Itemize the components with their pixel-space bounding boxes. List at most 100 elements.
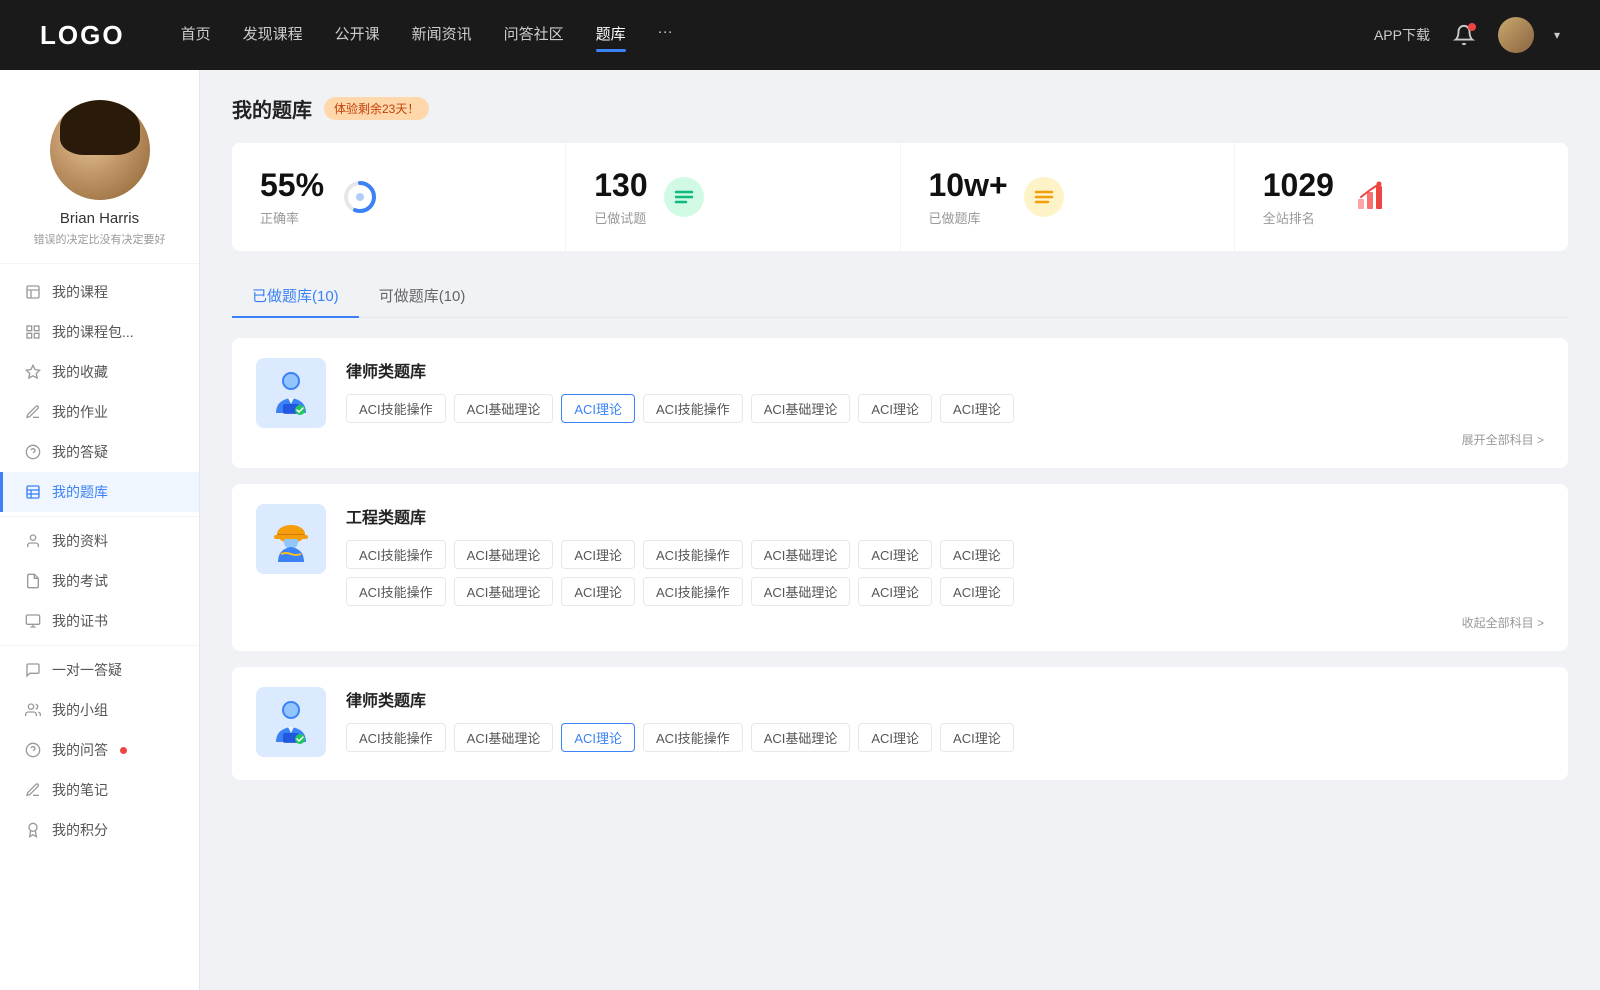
tab-done[interactable]: 已做题库(10)	[232, 275, 359, 318]
sidebar-menu: 我的课程 我的课程包... 我的收藏 我的作业	[0, 264, 199, 858]
tag[interactable]: ACI技能操作	[346, 577, 446, 606]
nav-discover[interactable]: 发现课程	[243, 23, 303, 48]
sidebar-divider-2	[0, 645, 199, 646]
notification-bell[interactable]	[1450, 21, 1478, 49]
chart-icon	[1352, 179, 1388, 215]
app-download-link[interactable]: APP下载	[1374, 25, 1430, 45]
tag[interactable]: ACI技能操作	[643, 540, 743, 569]
tag[interactable]: ACI基础理论	[454, 394, 554, 423]
nav-qa[interactable]: 问答社区	[504, 23, 564, 48]
tag[interactable]: ACI基础理论	[454, 577, 554, 606]
nav-more[interactable]: ···	[658, 23, 673, 48]
stat-rank: 1029 全站排名	[1235, 143, 1568, 251]
tag[interactable]: ACI基础理论	[454, 723, 554, 752]
sidebar-item-my-courses[interactable]: 我的课程	[0, 272, 199, 312]
tag[interactable]: ACI基础理论	[751, 540, 851, 569]
tag[interactable]: ACI技能操作	[346, 540, 446, 569]
nav-public-course[interactable]: 公开课	[335, 23, 380, 48]
tag-active[interactable]: ACI理论	[561, 394, 635, 423]
tag[interactable]: ACI基础理论	[751, 723, 851, 752]
notes-icon	[24, 781, 42, 799]
stat-value-rank: 1029	[1263, 167, 1334, 204]
tag[interactable]: ACI技能操作	[346, 394, 446, 423]
stat-value-questions: 130	[594, 167, 647, 204]
tag[interactable]: ACI技能操作	[643, 723, 743, 752]
profile-icon	[24, 532, 42, 550]
sidebar-item-myqa[interactable]: 我的问答	[0, 730, 199, 770]
sidebar-item-notes[interactable]: 我的笔记	[0, 770, 199, 810]
navbar-right: APP下载 ▾	[1374, 17, 1560, 53]
tag[interactable]: ACI技能操作	[346, 723, 446, 752]
stat-text: 130 已做试题	[594, 167, 647, 227]
nav-qbank[interactable]: 题库	[596, 23, 626, 48]
myqa-dot	[120, 747, 127, 754]
questions-icon	[664, 177, 704, 217]
tag[interactable]: ACI理论	[561, 577, 635, 606]
main-layout: Brian Harris 错误的决定比没有决定要好 我的课程 我的课程包...	[0, 70, 1600, 990]
tags-row-engineer-2: ACI技能操作 ACI基础理论 ACI理论 ACI技能操作 ACI基础理论 AC…	[346, 577, 1544, 606]
sidebar-item-homework[interactable]: 我的作业	[0, 392, 199, 432]
logo: LOGO	[40, 20, 125, 51]
tag[interactable]: ACI技能操作	[643, 577, 743, 606]
stat-value-accuracy: 55%	[260, 167, 324, 204]
stat-label-rank: 全站排名	[1263, 208, 1334, 227]
qbank-icon-lawyer	[256, 358, 326, 428]
stat-banks: 10w+ 已做题库	[901, 143, 1235, 251]
tag-active[interactable]: ACI理论	[561, 723, 635, 752]
expand-link-engineer[interactable]: 收起全部科目 >	[346, 614, 1544, 631]
course-pkg-icon	[24, 323, 42, 341]
engineer-svg	[266, 514, 316, 564]
tags-row-lawyer-2: ACI技能操作 ACI基础理论 ACI理论 ACI技能操作 ACI基础理论 AC…	[346, 723, 1544, 752]
tag[interactable]: ACI理论	[940, 394, 1014, 423]
sidebar-item-group[interactable]: 我的小组	[0, 690, 199, 730]
profile-avatar	[50, 100, 150, 200]
sidebar-item-favorites[interactable]: 我的收藏	[0, 352, 199, 392]
avatar-image	[1498, 17, 1534, 53]
sidebar-item-qa[interactable]: 我的答疑	[0, 432, 199, 472]
qbank-card-lawyer-2: 律师类题库 ACI技能操作 ACI基础理论 ACI理论 ACI技能操作 ACI基…	[232, 667, 1568, 780]
cert-icon	[24, 612, 42, 630]
sidebar-label: 我的笔记	[52, 780, 108, 800]
user-avatar[interactable]	[1498, 17, 1534, 53]
avatar-inner	[50, 100, 150, 200]
tag[interactable]: ACI基础理论	[454, 540, 554, 569]
tag[interactable]: ACI理论	[940, 577, 1014, 606]
sidebar-item-profile[interactable]: 我的资料	[0, 521, 199, 561]
stat-label-questions: 已做试题	[594, 208, 647, 227]
nav-news[interactable]: 新闻资讯	[412, 23, 472, 48]
expand-link-lawyer-1[interactable]: 展开全部科目 >	[346, 431, 1544, 448]
sidebar-item-exam[interactable]: 我的考试	[0, 561, 199, 601]
stat-label-banks: 已做题库	[929, 208, 1008, 227]
tag[interactable]: ACI理论	[858, 394, 932, 423]
sidebar-label: 我的收藏	[52, 362, 108, 382]
user-menu-chevron[interactable]: ▾	[1554, 28, 1560, 42]
trial-badge: 体验剩余23天！	[324, 97, 429, 120]
tag[interactable]: ACI理论	[858, 723, 932, 752]
sidebar-item-course-package[interactable]: 我的课程包...	[0, 312, 199, 352]
star-icon	[24, 363, 42, 381]
sidebar-item-points[interactable]: 我的积分	[0, 810, 199, 850]
tags-row-lawyer-1: ACI技能操作 ACI基础理论 ACI理论 ACI技能操作 ACI基础理论 AC…	[346, 394, 1544, 423]
courses-icon	[24, 283, 42, 301]
lawyer-svg-2	[266, 697, 316, 747]
qbank-icon-lawyer-2	[256, 687, 326, 757]
sidebar-label: 我的积分	[52, 820, 108, 840]
sidebar-divider	[0, 516, 199, 517]
page-title: 我的题库	[232, 94, 312, 123]
tag[interactable]: ACI理论	[858, 577, 932, 606]
stat-text: 55% 正确率	[260, 167, 324, 227]
tag[interactable]: ACI理论	[940, 723, 1014, 752]
sidebar-item-qbank[interactable]: 我的题库	[0, 472, 199, 512]
tag[interactable]: ACI理论	[940, 540, 1014, 569]
tag[interactable]: ACI理论	[561, 540, 635, 569]
sidebar-item-1on1[interactable]: 一对一答疑	[0, 650, 199, 690]
tag[interactable]: ACI基础理论	[751, 577, 851, 606]
nav-home[interactable]: 首页	[181, 23, 211, 48]
tag[interactable]: ACI理论	[858, 540, 932, 569]
tag[interactable]: ACI技能操作	[643, 394, 743, 423]
qbank-card-lawyer-1: 律师类题库 ACI技能操作 ACI基础理论 ACI理论 ACI技能操作 ACI基…	[232, 338, 1568, 468]
tab-available[interactable]: 可做题库(10)	[359, 275, 486, 318]
tag[interactable]: ACI基础理论	[751, 394, 851, 423]
tags-row-engineer-1: ACI技能操作 ACI基础理论 ACI理论 ACI技能操作 ACI基础理论 AC…	[346, 540, 1544, 569]
sidebar-item-certificate[interactable]: 我的证书	[0, 601, 199, 641]
